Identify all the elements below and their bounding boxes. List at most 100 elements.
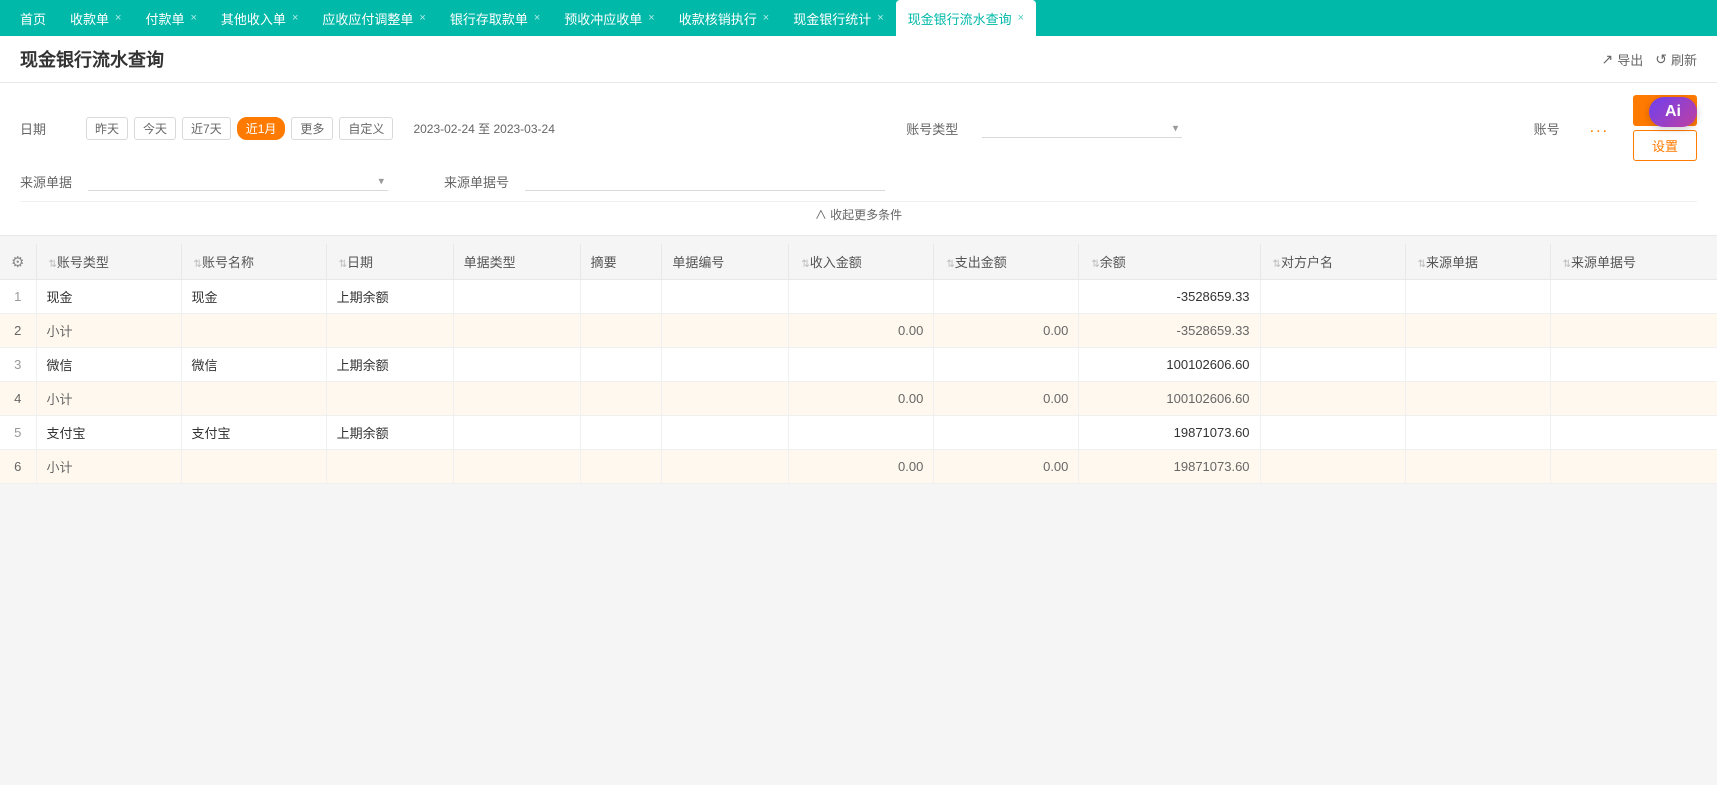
cell-num: 1 [0,280,36,314]
nav-tab-收款核销执行[interactable]: 收款核销执行× [667,0,781,36]
cell-account_type: 小计 [36,314,181,348]
nav-tab-现金银行统计[interactable]: 现金银行统计× [781,0,895,36]
cell-balance: 19871073.60 [1079,416,1260,450]
nav-home[interactable]: 首页 [8,9,58,28]
col-header-date[interactable]: ⇅日期 [326,244,453,280]
export-button[interactable]: ↗ 导出 [1602,50,1644,69]
collapse-bar[interactable]: ∧ 收起更多条件 [20,201,1697,227]
cell-num: 3 [0,348,36,382]
col-header-summary: 摘要 [580,244,662,280]
top-nav: 首页 收款单×付款单×其他收入单×应收应付调整单×银行存取款单×预收冲应收单×收… [0,0,1717,36]
table-header-row: ⚙⇅账号类型⇅账号名称⇅日期单据类型摘要单据编号⇅收入金额⇅支出金额⇅余额⇅对方… [0,244,1717,280]
header-actions: ↗ 导出 ↺ 刷新 [1602,50,1698,69]
cell-account_name: 支付宝 [181,416,326,450]
nav-tab-预收冲应收单[interactable]: 预收冲应收单× [552,0,666,36]
nav-tab-应收应付调整单[interactable]: 应收应付调整单× [310,0,437,36]
refresh-icon: ↺ [1655,51,1667,68]
cell-doc_type [453,314,580,348]
nav-tab-付款单[interactable]: 付款单× [133,0,208,36]
cell-account_type: 微信 [36,348,181,382]
cell-num: 5 [0,416,36,450]
cell-doc_type [453,416,580,450]
cell-source_doc_no [1550,348,1717,382]
cell-account_type: 小计 [36,450,181,484]
cell-balance: 100102606.60 [1079,348,1260,382]
cell-source_doc_no [1550,280,1717,314]
settings-button[interactable]: 设置 [1633,130,1697,161]
cell-counterparty [1260,416,1405,450]
tab-close-icon[interactable]: × [1018,12,1024,24]
filter-area: 日期 昨天今天近7天近1月更多自定义 2023-02-24 至 2023-03-… [0,83,1717,236]
source-doc-no-input[interactable] [525,171,885,191]
cell-num: 6 [0,450,36,484]
date-btn-昨天[interactable]: 昨天 [86,117,128,140]
account-label: 账号 [1534,119,1574,138]
col-header-counterparty[interactable]: ⇅对方户名 [1260,244,1405,280]
cell-doc_type [453,348,580,382]
cell-num: 2 [0,314,36,348]
cell-doc_type [453,280,580,314]
tab-close-icon[interactable]: × [115,12,121,24]
cell-expense: 0.00 [934,382,1079,416]
col-header-account_type[interactable]: ⇅账号类型 [36,244,181,280]
tab-close-icon[interactable]: × [534,12,540,24]
cell-counterparty [1260,314,1405,348]
nav-tab-收款单[interactable]: 收款单× [58,0,133,36]
col-header-expense[interactable]: ⇅支出金额 [934,244,1079,280]
cell-income: 0.00 [789,382,934,416]
table-row: 6小计0.000.0019871073.60 [0,450,1717,484]
cell-counterparty [1260,348,1405,382]
nav-tabs: 收款单×付款单×其他收入单×应收应付调整单×银行存取款单×预收冲应收单×收款核销… [58,0,1036,36]
cell-source_doc [1405,280,1550,314]
tab-close-icon[interactable]: × [190,12,196,24]
cell-account_name [181,314,326,348]
table-row: 4小计0.000.00100102606.60 [0,382,1717,416]
cell-summary [580,314,662,348]
tab-close-icon[interactable]: × [763,12,769,24]
source-doc-select-wrap [88,171,388,191]
date-btn-自定义[interactable]: 自定义 [339,117,393,140]
cell-account_name: 现金 [181,280,326,314]
source-doc-label: 来源单据 [20,172,72,191]
date-btn-更多[interactable]: 更多 [291,117,333,140]
col-header-source_doc_no[interactable]: ⇅来源单据号 [1550,244,1717,280]
column-settings-icon[interactable]: ⚙ [11,254,24,271]
ai-badge[interactable]: Ai [1649,97,1697,127]
nav-tab-其他收入单[interactable]: 其他收入单× [209,0,310,36]
cell-account_name [181,450,326,484]
date-btn-近1月[interactable]: 近1月 [237,117,286,140]
refresh-button[interactable]: ↺ 刷新 [1655,50,1697,69]
col-header-balance[interactable]: ⇅余额 [1079,244,1260,280]
table-row: 3微信微信上期余额100102606.60 [0,348,1717,382]
cell-balance: 100102606.60 [1079,382,1260,416]
date-btn-今天[interactable]: 今天 [134,117,176,140]
source-doc-select[interactable] [88,171,388,191]
cell-income: 0.00 [789,314,934,348]
tab-close-icon[interactable]: × [292,12,298,24]
account-type-label: 账号类型 [906,119,966,138]
cell-doc_no [662,280,789,314]
nav-tab-银行存取款单[interactable]: 银行存取款单× [438,0,552,36]
cell-expense [934,416,1079,450]
cell-doc_no [662,416,789,450]
col-header-account_name[interactable]: ⇅账号名称 [181,244,326,280]
date-btn-近7天[interactable]: 近7天 [182,117,231,140]
nav-tab-现金银行流水查询[interactable]: 现金银行流水查询× [896,0,1036,36]
table-body: 1现金现金上期余额-3528659.332小计0.000.00-3528659.… [0,280,1717,484]
cell-summary [580,416,662,450]
cell-counterparty [1260,450,1405,484]
tab-close-icon[interactable]: × [877,12,883,24]
col-header-source_doc[interactable]: ⇅来源单据 [1405,244,1550,280]
col-header-income[interactable]: ⇅收入金额 [789,244,934,280]
date-label: 日期 [20,119,70,138]
account-dots[interactable]: ... [1590,119,1609,137]
cell-income [789,416,934,450]
account-type-select[interactable] [982,118,1182,138]
cell-expense: 0.00 [934,314,1079,348]
data-table: ⚙⇅账号类型⇅账号名称⇅日期单据类型摘要单据编号⇅收入金额⇅支出金额⇅余额⇅对方… [0,244,1717,484]
cell-source_doc [1405,348,1550,382]
cell-doc_no [662,348,789,382]
tab-close-icon[interactable]: × [648,12,654,24]
cell-doc_type [453,450,580,484]
tab-close-icon[interactable]: × [419,12,425,24]
